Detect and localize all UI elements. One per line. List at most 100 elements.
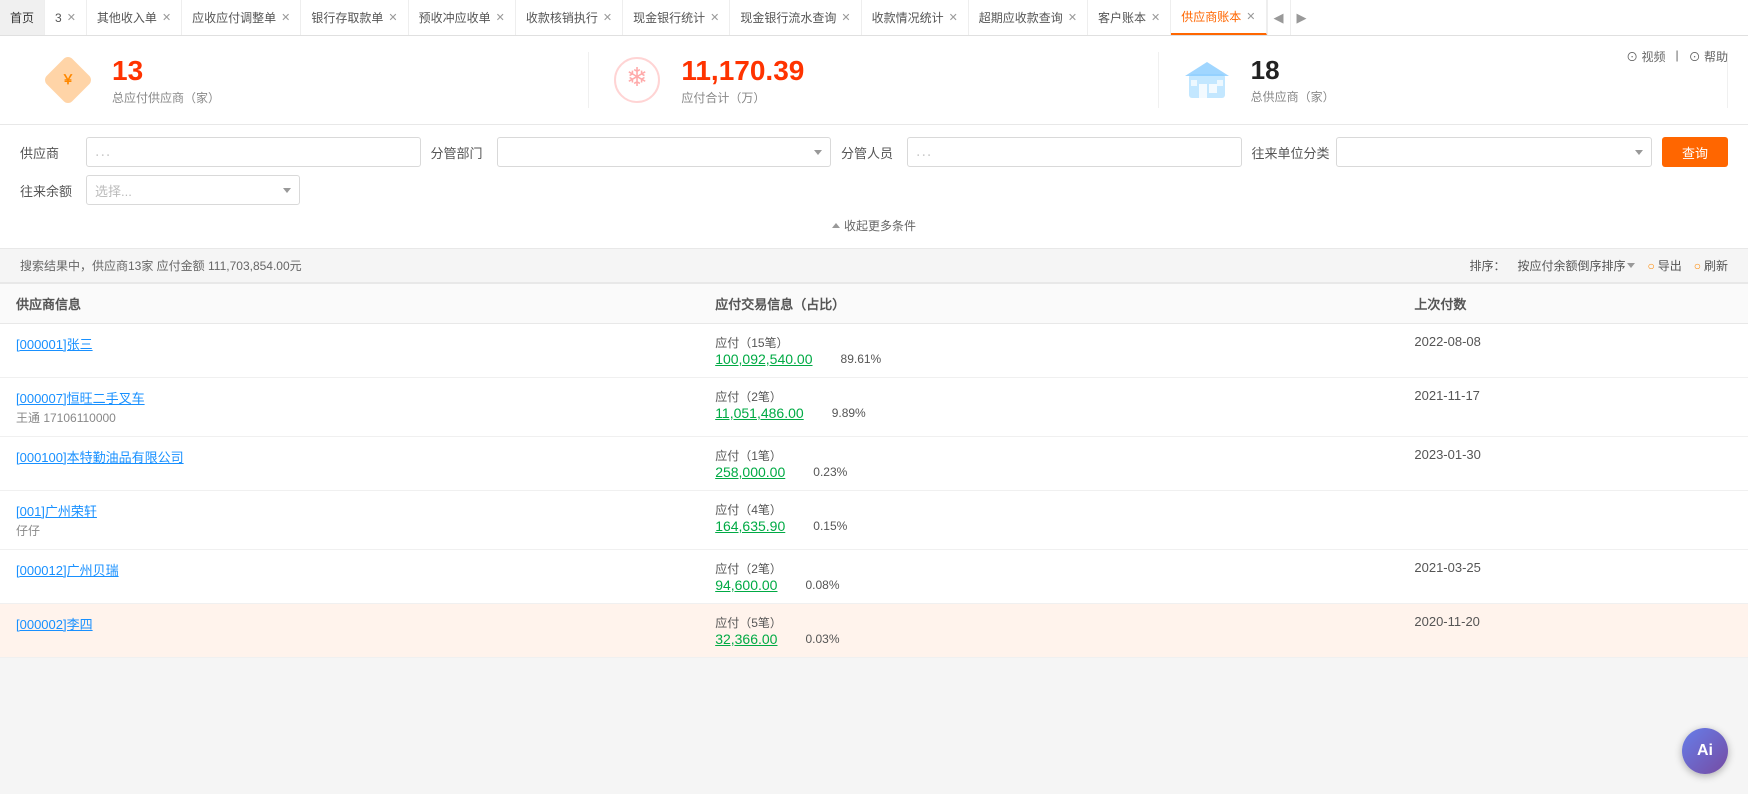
- nav-overdue-query[interactable]: 超期应收款查询 ✕: [969, 0, 1088, 35]
- nav-prev-arrow[interactable]: ◀: [1267, 0, 1290, 35]
- close-icon[interactable]: ✕: [949, 11, 958, 24]
- nav-collection-exec[interactable]: 收款核销执行 ✕: [516, 0, 623, 35]
- sort-select[interactable]: 按应付余额倒序排序: [1517, 257, 1635, 274]
- unit-category-select[interactable]: [1336, 137, 1652, 167]
- last-payment-cell: 2022-08-08: [1398, 324, 1748, 378]
- payable-amount[interactable]: 100,092,540.00: [715, 351, 812, 367]
- supplier-info-cell: [000002]李四: [0, 604, 699, 658]
- payable-amount[interactable]: 94,600.00: [715, 577, 777, 593]
- supplier-info-cell: [000007]恒旺二手叉车王通 17106110000: [0, 378, 699, 437]
- transaction-info-cell: 应付（1笔）258,000.00 0.23%: [699, 437, 1398, 491]
- supplier-link[interactable]: [000007]恒旺二手叉车: [16, 391, 145, 406]
- table-row: [000012]广州贝瑞 应付（2笔）94,600.000.08%2021-03-…: [0, 550, 1748, 604]
- supplier-link[interactable]: [000012]广州贝瑞: [16, 563, 119, 578]
- table-row: [000001]张三 应付（15笔）100,092,540.00 89.61% 202…: [0, 324, 1748, 378]
- last-payment-cell: 2021-11-17: [1398, 378, 1748, 437]
- supplier-link[interactable]: [000002]李四: [16, 617, 93, 632]
- payable-percent: 89.61%: [841, 352, 882, 366]
- supplier-link[interactable]: [000001]张三: [16, 337, 93, 352]
- chevron-up-icon: [832, 223, 840, 228]
- search-button[interactable]: 查询: [1662, 137, 1728, 167]
- chevron-down-icon: [814, 150, 822, 155]
- close-icon[interactable]: ✕: [1068, 11, 1077, 24]
- help-icon[interactable]: ⊙ 帮助: [1689, 48, 1728, 65]
- filter-supplier: 供应商 ...: [20, 137, 421, 167]
- payable-percent: 0.23%: [813, 465, 847, 479]
- col-header-supplier: 供应商信息: [0, 284, 699, 324]
- supplier-table: 供应商信息 应付交易信息（占比） 上次付数 [000001]张三应付（15笔）1…: [0, 283, 1748, 658]
- total-payable-suppliers-label: 总应付供应商（家）: [112, 89, 220, 106]
- payable-total-number: 11,170.39: [681, 54, 804, 88]
- unit-category-label: 往来单位分类: [1252, 143, 1330, 162]
- close-icon[interactable]: ✕: [67, 11, 76, 24]
- close-icon[interactable]: ✕: [162, 11, 171, 24]
- top-right-links: ⊙ 视频 | ⊙ 帮助: [1626, 48, 1728, 65]
- close-icon[interactable]: ✕: [841, 11, 850, 24]
- supplier-info-cell: [000001]张三: [0, 324, 699, 378]
- last-payment-date: 2023-01-30: [1414, 447, 1481, 462]
- last-payment-cell: [1398, 491, 1748, 550]
- payable-label: 应付（15笔）: [715, 334, 1382, 351]
- payable-amount[interactable]: 32,366.00: [715, 631, 777, 647]
- summary-card-suppliers: ￥ 13 总应付供应商（家）: [20, 52, 589, 108]
- ai-assistant-button[interactable]: Ai: [1682, 728, 1728, 774]
- table-row: [001]广州荣轩仔仔应付（4笔）164,635.900.15%: [0, 491, 1748, 550]
- export-button[interactable]: ○ 导出: [1647, 257, 1681, 274]
- payable-amount[interactable]: 11,051,486.00: [715, 405, 804, 421]
- refresh-button[interactable]: ○ 刷新: [1694, 257, 1728, 274]
- payable-label: 应付（1笔）: [715, 447, 1382, 464]
- supplier-info-cell: [001]广州荣轩仔仔: [0, 491, 699, 550]
- close-icon[interactable]: ✕: [710, 11, 719, 24]
- person-filter-label: 分管人员: [841, 143, 901, 162]
- close-icon[interactable]: ✕: [1151, 11, 1160, 24]
- close-icon[interactable]: ✕: [388, 11, 397, 24]
- summary-area: ￥ 13 总应付供应商（家） ❄ 11,170.39 应付合计（万）: [0, 36, 1748, 125]
- transaction-info-cell: 应付（2笔）11,051,486.00 9.89%: [699, 378, 1398, 437]
- nav-prepay-offset[interactable]: 预收冲应收单 ✕: [409, 0, 516, 35]
- nav-next-arrow[interactable]: ▶: [1290, 0, 1313, 35]
- supplier-input[interactable]: ...: [86, 137, 421, 167]
- close-icon[interactable]: ✕: [1246, 10, 1255, 23]
- nav-tab-3[interactable]: 3 ✕: [45, 0, 87, 35]
- nav-ar-ap-adjust[interactable]: 应收应付调整单 ✕: [182, 0, 301, 35]
- payable-label: 应付（2笔）: [715, 388, 1382, 405]
- dept-filter-label: 分管部门: [431, 143, 491, 162]
- refresh-icon: ○: [1694, 259, 1701, 273]
- table-row: [000100]本特勤油品有限公司 应付（1笔）258,000.00 0.23% 20…: [0, 437, 1748, 491]
- payable-amount[interactable]: 258,000.00: [715, 464, 785, 480]
- chevron-down-icon: [1635, 150, 1643, 155]
- table-row: [000007]恒旺二手叉车王通 17106110000应付（2笔）11,051…: [0, 378, 1748, 437]
- filter-person: 分管人员 ...: [841, 137, 1242, 167]
- diamond-icon: ￥: [40, 52, 96, 108]
- dept-select[interactable]: [497, 137, 832, 167]
- person-input[interactable]: ...: [907, 137, 1242, 167]
- last-payment-date: 2020-11-20: [1414, 614, 1480, 629]
- nav-cash-flow-query[interactable]: 现金银行流水查询 ✕: [730, 0, 861, 35]
- table-row: [000002]李四应付（5笔）32,366.000.03%2020-11-20: [0, 604, 1748, 658]
- balance-select[interactable]: 选择...: [86, 175, 300, 205]
- svg-text:❄: ❄: [626, 62, 648, 92]
- balance-filter-label: 往来余额: [20, 181, 80, 200]
- payable-amount[interactable]: 164,635.90: [715, 518, 785, 534]
- last-payment-date: 2022-08-08: [1414, 334, 1481, 349]
- payable-label: 应付（2笔）: [715, 560, 1382, 577]
- close-icon[interactable]: ✕: [603, 11, 612, 24]
- nav-collection-stats[interactable]: 收款情况统计 ✕: [862, 0, 969, 35]
- nav-supplier-ledger[interactable]: 供应商账本 ✕: [1171, 0, 1266, 35]
- filter-dept: 分管部门: [431, 137, 832, 167]
- supplier-link[interactable]: [001]广州荣轩: [16, 504, 97, 519]
- top-navigation: 首页 3 ✕ 其他收入单 ✕ 应收应付调整单 ✕ 银行存取款单 ✕ 预收冲应收单…: [0, 0, 1748, 36]
- nav-home[interactable]: 首页: [0, 0, 45, 35]
- last-payment-cell: 2021-03-25: [1398, 550, 1748, 604]
- nav-cash-bank-stats[interactable]: 现金银行统计 ✕: [623, 0, 730, 35]
- transaction-info-cell: 应付（2笔）94,600.000.08%: [699, 550, 1398, 604]
- nav-customer-ledger[interactable]: 客户账本 ✕: [1088, 0, 1171, 35]
- close-icon[interactable]: ✕: [281, 11, 290, 24]
- supplier-link[interactable]: [000100]本特勤油品有限公司: [16, 450, 184, 465]
- collapse-more-conditions[interactable]: 收起更多条件: [20, 213, 1728, 238]
- nav-bank-deposit[interactable]: 银行存取款单 ✕: [301, 0, 408, 35]
- video-icon[interactable]: ⊙ 视频: [1626, 48, 1665, 65]
- close-icon[interactable]: ✕: [496, 11, 505, 24]
- payable-percent: 9.89%: [832, 406, 866, 420]
- nav-other-income[interactable]: 其他收入单 ✕: [87, 0, 182, 35]
